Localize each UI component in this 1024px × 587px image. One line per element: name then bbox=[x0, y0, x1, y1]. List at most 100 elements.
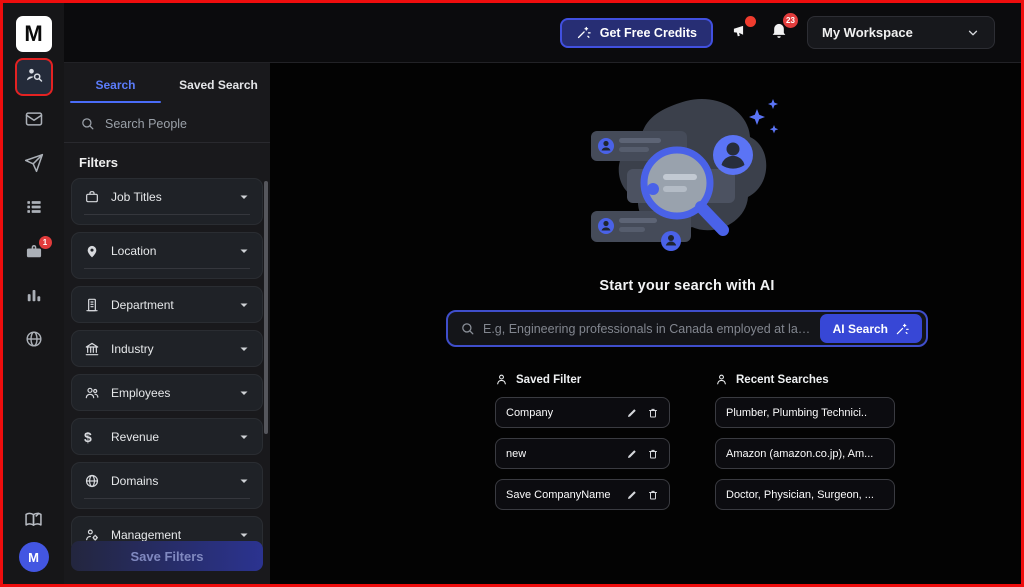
person-icon bbox=[495, 373, 508, 386]
panel-scrollbar[interactable] bbox=[264, 181, 268, 434]
tab-saved-search[interactable]: Saved Search bbox=[167, 67, 270, 103]
divider bbox=[84, 268, 250, 269]
filter-domains[interactable]: Domains bbox=[71, 462, 263, 509]
announcements-button[interactable] bbox=[731, 20, 751, 45]
magic-wand-icon bbox=[576, 25, 591, 40]
sidebar-item-analytics[interactable] bbox=[15, 278, 53, 316]
tab-search[interactable]: Search bbox=[64, 67, 167, 103]
sidebar: M bbox=[3, 3, 64, 584]
filter-location[interactable]: Location bbox=[71, 232, 263, 279]
filter-label: Revenue bbox=[111, 430, 159, 444]
recent-searches-header: Recent Searches bbox=[715, 373, 895, 386]
filter-revenue[interactable]: $ Revenue bbox=[71, 418, 263, 455]
sidebar-item-mail[interactable] bbox=[15, 102, 53, 140]
map-pin-icon bbox=[84, 243, 100, 259]
ai-search-input[interactable] bbox=[483, 322, 812, 336]
saved-and-recent: Saved Filter Company bbox=[446, 373, 928, 520]
save-filters-button[interactable]: Save Filters bbox=[71, 541, 263, 571]
search-panel: Search Saved Search Filters bbox=[64, 63, 270, 584]
chevron-down-icon bbox=[966, 26, 980, 40]
person-icon bbox=[715, 373, 728, 386]
delete-trash-icon[interactable] bbox=[647, 407, 659, 419]
edit-pencil-icon[interactable] bbox=[626, 489, 638, 501]
app-logo-letter: M bbox=[24, 21, 42, 47]
search-illustration bbox=[589, 91, 785, 264]
filter-job-titles[interactable]: Job Titles bbox=[71, 178, 263, 225]
recent-search-text: Doctor, Physician, Surgeon, ... bbox=[726, 489, 874, 501]
filter-label: Management bbox=[111, 528, 181, 542]
workspace-label: My Workspace bbox=[822, 25, 913, 40]
recent-search-item[interactable]: Plumber, Plumbing Technici.. bbox=[715, 397, 895, 428]
sidebar-bottom: M bbox=[19, 509, 49, 572]
sparkles-icon bbox=[749, 99, 778, 133]
delete-trash-icon[interactable] bbox=[647, 489, 659, 501]
saved-filter-section: Saved Filter Company bbox=[495, 373, 670, 520]
mail-icon bbox=[24, 109, 44, 134]
delete-trash-icon[interactable] bbox=[647, 448, 659, 460]
chevron-down-icon bbox=[238, 245, 250, 257]
user-avatar[interactable]: M bbox=[19, 542, 49, 572]
recent-search-item[interactable]: Amazon (amazon.co.jp), Am... bbox=[715, 438, 895, 469]
dollar-icon: $ bbox=[84, 429, 100, 445]
notifications-count-badge: 23 bbox=[783, 13, 798, 28]
chevron-down-icon bbox=[238, 431, 250, 443]
filter-label: Location bbox=[111, 244, 156, 258]
sidebar-item-globe[interactable] bbox=[15, 322, 53, 360]
main-content: Start your search with AI AI Search bbox=[270, 63, 1021, 584]
saved-filter-header: Saved Filter bbox=[495, 373, 670, 386]
bar-chart-icon bbox=[24, 285, 44, 310]
ai-search-heading: Start your search with AI bbox=[599, 278, 774, 294]
announcement-dot-badge bbox=[745, 16, 756, 27]
search-people-input[interactable] bbox=[105, 117, 266, 131]
people-search-icon bbox=[24, 65, 44, 90]
docs-book-icon[interactable] bbox=[23, 509, 44, 530]
chevron-down-icon bbox=[238, 299, 250, 311]
recent-searches-title: Recent Searches bbox=[736, 374, 829, 386]
inbox-badge: 1 bbox=[39, 236, 52, 249]
saved-filter-name: new bbox=[506, 448, 526, 460]
tab-search-label: Search bbox=[95, 78, 135, 92]
filter-label: Department bbox=[111, 298, 174, 312]
recent-search-item[interactable]: Doctor, Physician, Surgeon, ... bbox=[715, 479, 895, 510]
sidebar-item-send[interactable] bbox=[15, 146, 53, 184]
divider bbox=[84, 214, 250, 215]
ai-search-bar: AI Search bbox=[446, 310, 928, 347]
briefcase-icon bbox=[84, 189, 100, 205]
avatar-circle bbox=[713, 135, 753, 175]
workspace-dropdown[interactable]: My Workspace bbox=[807, 16, 995, 49]
get-free-credits-button[interactable]: Get Free Credits bbox=[560, 18, 713, 48]
paper-plane-icon bbox=[24, 153, 44, 178]
people-icon bbox=[84, 385, 100, 401]
recent-searches-section: Recent Searches Plumber, Plumbing Techni… bbox=[715, 373, 895, 520]
saved-filter-item[interactable]: Company bbox=[495, 397, 670, 428]
get-free-credits-label: Get Free Credits bbox=[600, 26, 697, 40]
app-window: M bbox=[0, 0, 1024, 587]
notifications-button[interactable]: 23 bbox=[769, 20, 789, 45]
edit-pencil-icon[interactable] bbox=[626, 407, 638, 419]
user-avatar-letter: M bbox=[28, 550, 39, 565]
saved-filter-item[interactable]: Save CompanyName bbox=[495, 479, 670, 510]
filter-industry[interactable]: Industry bbox=[71, 330, 263, 367]
saved-filter-item[interactable]: new bbox=[495, 438, 670, 469]
chevron-down-icon bbox=[238, 529, 250, 541]
chevron-down-icon bbox=[238, 191, 250, 203]
chevron-down-icon bbox=[238, 475, 250, 487]
app-logo[interactable]: M bbox=[16, 16, 52, 52]
sidebar-item-inbox[interactable]: 1 bbox=[15, 234, 53, 272]
filter-employees[interactable]: Employees bbox=[71, 374, 263, 411]
saved-filter-name: Company bbox=[506, 407, 553, 419]
filter-department[interactable]: Department bbox=[71, 286, 263, 323]
globe-icon bbox=[24, 329, 44, 354]
chevron-down-icon bbox=[238, 343, 250, 355]
sidebar-item-lists[interactable] bbox=[15, 190, 53, 228]
globe-icon bbox=[84, 473, 100, 489]
filter-label: Industry bbox=[111, 342, 154, 356]
ai-search-label: AI Search bbox=[833, 322, 888, 336]
ai-search-button[interactable]: AI Search bbox=[820, 314, 922, 343]
search-people-row bbox=[64, 103, 270, 143]
filters-title: Filters bbox=[64, 143, 270, 178]
edit-pencil-icon[interactable] bbox=[626, 448, 638, 460]
topbar: Get Free Credits 23 My Workspace bbox=[64, 3, 1021, 63]
sidebar-item-people-search[interactable] bbox=[15, 58, 53, 96]
saved-filter-title: Saved Filter bbox=[516, 374, 581, 386]
